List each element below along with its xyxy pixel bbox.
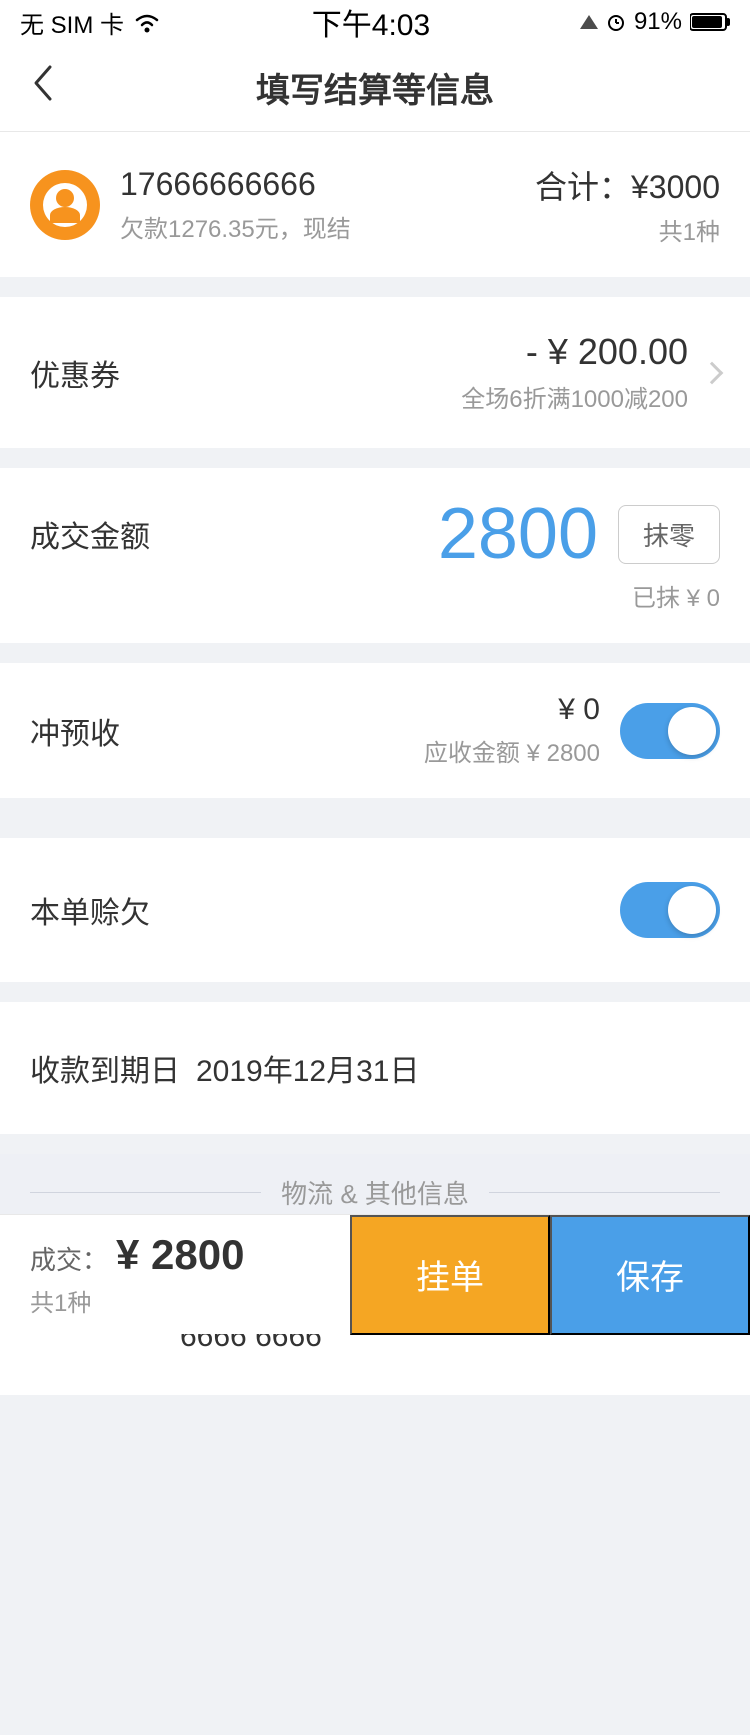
deal-amount-value: 2800 <box>438 498 598 570</box>
customer-details: 17666666666 欠款1276.35元，现结 <box>120 166 351 244</box>
bottom-bar: 成交： ¥ 2800 共1种 挂单 保存 <box>0 1214 750 1334</box>
deal-sub: 已抹 ¥ 0 <box>30 578 720 613</box>
bottom-amount: ¥ 2800 <box>116 1231 244 1279</box>
total-count: 共1种 <box>535 212 720 247</box>
due-date-label: 收款到期日 <box>30 1046 180 1090</box>
nav-bar: 填写结算等信息 <box>0 44 750 132</box>
alarm-icon <box>606 12 626 32</box>
coupon-value-container: - ¥ 200.00 全场6折满1000减200 <box>461 331 688 414</box>
deal-right: 2800 抹零 <box>438 498 720 570</box>
divider-1 <box>0 818 750 838</box>
prepay-row: 冲预收 ¥ 0 应收金额 ¥ 2800 <box>30 663 720 798</box>
coupon-right: - ¥ 200.00 全场6折满1000减200 <box>461 331 720 414</box>
save-button[interactable]: 保存 <box>550 1215 750 1335</box>
main-content: 17666666666 欠款1276.35元，现结 合计：¥3000 共1种 优… <box>0 132 750 1735</box>
bottom-left: 成交： ¥ 2800 共1种 <box>0 1231 350 1318</box>
status-bar: 无 SIM 卡 下午4:03 91% <box>0 0 750 44</box>
bottom-deal-label: 成交： <box>30 1240 108 1277</box>
prepay-value-container: ¥ 0 应收金额 ¥ 2800 <box>424 693 600 768</box>
toggle-knob <box>668 707 716 755</box>
coupon-section: 优惠券 - ¥ 200.00 全场6折满1000减200 <box>0 297 750 448</box>
battery-icon <box>690 12 730 32</box>
gray-fill-area <box>0 1415 750 1615</box>
status-time: 下午4:03 <box>312 0 430 44</box>
back-button[interactable] <box>30 63 54 113</box>
wifi-icon <box>132 11 162 33</box>
bottom-count: 共1种 <box>30 1283 320 1318</box>
customer-left: 17666666666 欠款1276.35元，现结 <box>30 166 351 244</box>
coupon-row[interactable]: 优惠券 - ¥ 200.00 全场6折满1000减200 <box>0 297 750 448</box>
deal-amount-label: 成交金额 <box>30 512 150 556</box>
debt-label: 本单赊欠 <box>30 888 150 932</box>
due-date-value: 2019年12月31日 <box>196 1046 419 1090</box>
customer-phone: 17666666666 <box>120 166 351 203</box>
coupon-sub: 全场6折满1000减200 <box>461 379 688 414</box>
customer-total: 合计：¥3000 共1种 <box>535 162 720 247</box>
prepay-label: 冲预收 <box>30 709 120 753</box>
logistics-line-left <box>30 1192 261 1193</box>
prepay-sub: 应收金额 ¥ 2800 <box>424 733 600 768</box>
prepay-toggle[interactable] <box>620 703 720 759</box>
debt-row: 本单赊欠 <box>30 838 720 982</box>
round-button[interactable]: 抹零 <box>618 505 720 564</box>
status-right: 91% <box>580 8 730 36</box>
customer-note: 欠款1276.35元，现结 <box>120 209 351 244</box>
prepay-value: ¥ 0 <box>424 693 600 727</box>
coupon-value: - ¥ 200.00 <box>461 331 688 373</box>
due-date-row: 收款到期日 2019年12月31日 <box>30 1002 720 1134</box>
page-title: 填写结算等信息 <box>256 63 494 112</box>
bottom-deal-row: 成交： ¥ 2800 <box>30 1231 320 1279</box>
logistics-text: 物流 & 其他信息 <box>261 1174 489 1211</box>
prepay-section: 冲预收 ¥ 0 应收金额 ¥ 2800 <box>0 663 750 798</box>
debt-toggle-knob <box>668 886 716 934</box>
logistics-line-right <box>489 1192 720 1193</box>
debt-toggle[interactable] <box>620 882 720 938</box>
status-left: 无 SIM 卡 <box>20 5 162 40</box>
battery-text: 91% <box>634 8 682 36</box>
customer-info-section: 17666666666 欠款1276.35元，现结 合计：¥3000 共1种 <box>0 132 750 277</box>
avatar <box>30 170 100 240</box>
prepay-right: ¥ 0 应收金额 ¥ 2800 <box>424 693 720 768</box>
total-value: 合计：¥3000 <box>535 162 720 208</box>
hold-button[interactable]: 挂单 <box>350 1215 550 1335</box>
debt-section: 本单赊欠 <box>0 838 750 982</box>
deal-amount-row: 成交金额 2800 抹零 <box>30 498 720 570</box>
chevron-right-icon <box>701 361 724 384</box>
due-date-section: 收款到期日 2019年12月31日 <box>0 1002 750 1134</box>
avatar-icon <box>43 183 87 227</box>
coupon-label: 优惠券 <box>30 351 120 395</box>
deal-amount-section: 成交金额 2800 抹零 已抹 ¥ 0 <box>0 468 750 643</box>
location-icon <box>580 13 598 31</box>
sim-status: 无 SIM 卡 <box>20 5 124 40</box>
